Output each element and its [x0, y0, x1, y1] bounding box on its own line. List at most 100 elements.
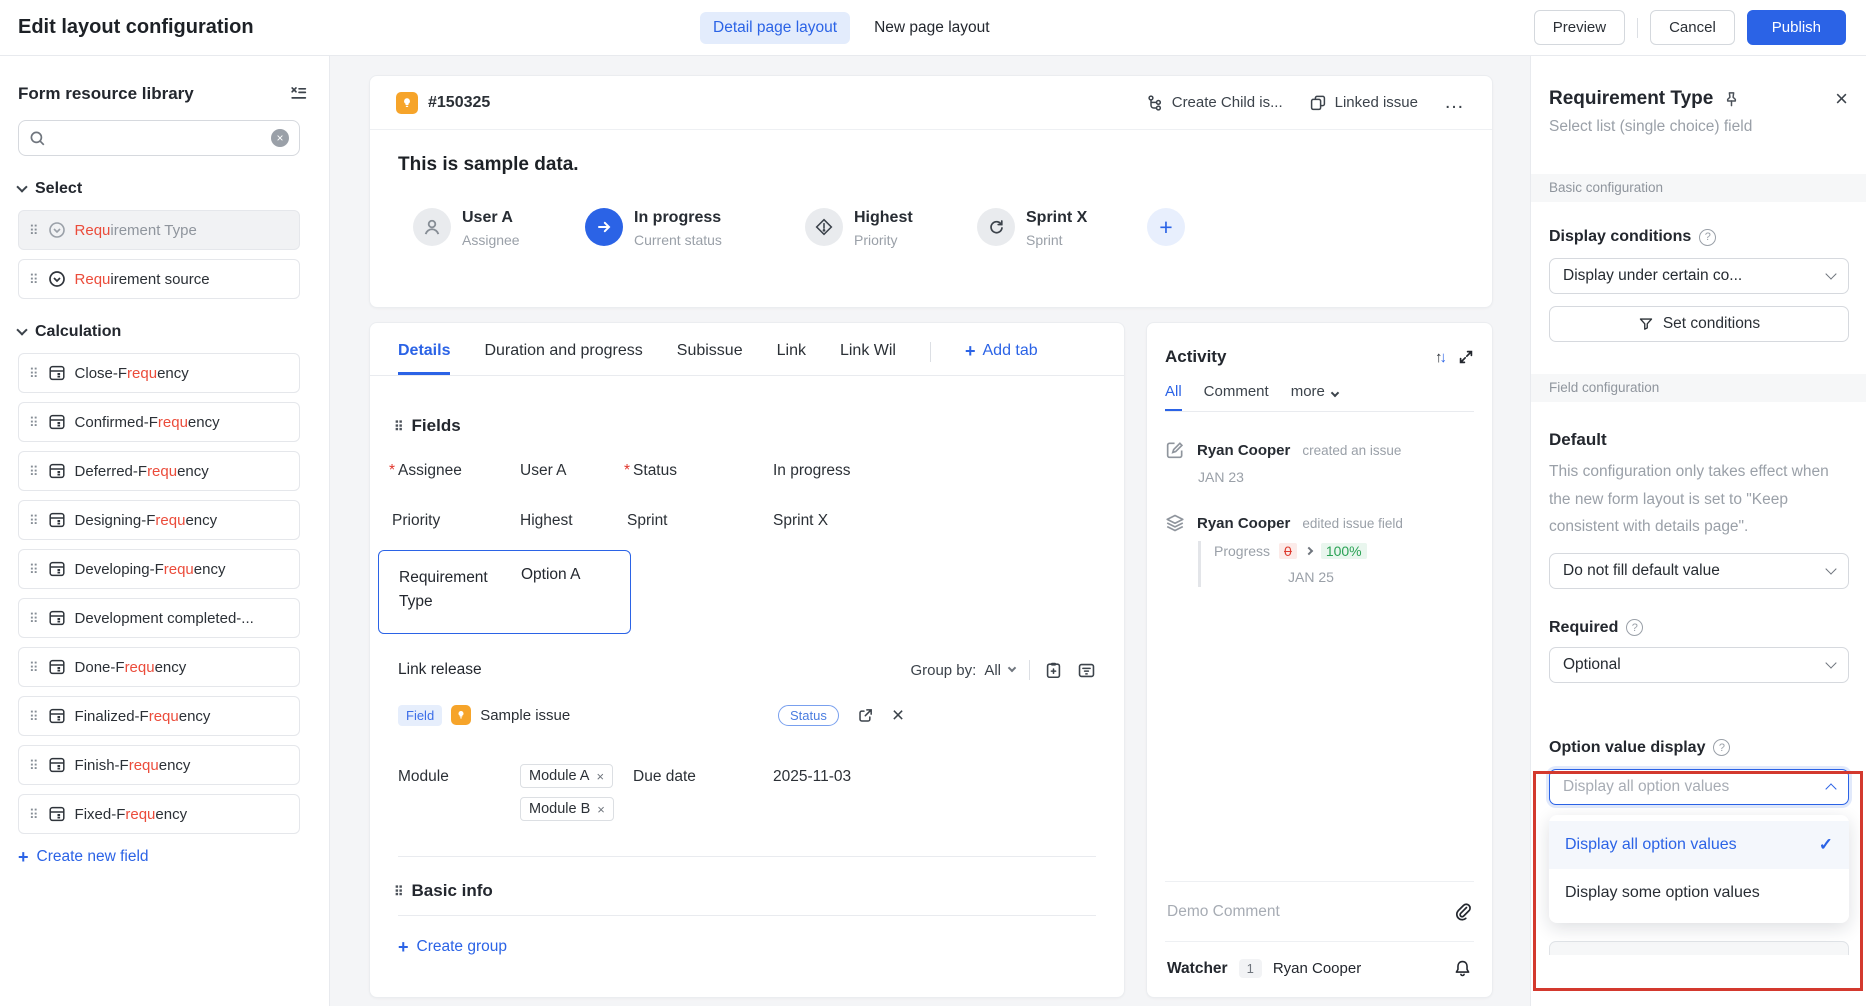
tab-more[interactable]: more	[1291, 383, 1340, 411]
drag-handle-icon[interactable]: ⠿	[29, 759, 39, 772]
layout-preview-area: #150325 Create Child is... Linked issue …	[330, 56, 1530, 1006]
field-item-development-completed[interactable]: ⠿ Development completed-...	[18, 598, 300, 638]
cancel-button[interactable]: Cancel	[1650, 10, 1735, 45]
field-value[interactable]: Sprint X	[773, 512, 828, 530]
drag-handle-icon[interactable]: ⠿	[394, 885, 404, 898]
layout-mode-tabs: Detail page layout New page layout	[700, 0, 990, 56]
help-icon[interactable]: ?	[1713, 739, 1731, 757]
remove-tag-icon[interactable]: ×	[597, 802, 605, 817]
drag-handle-icon[interactable]: ⠿	[29, 273, 39, 286]
option-value-display-dropdown[interactable]: Display all option values	[1549, 768, 1849, 805]
field-item-finish-frequency[interactable]: ⠿ Finish-Frequency	[18, 745, 300, 785]
field-item-requirement-type[interactable]: ⠿ Requirement Type	[18, 210, 300, 250]
drag-handle-icon[interactable]: ⠿	[394, 420, 404, 433]
sort-order-icon[interactable]: ↑↓	[1435, 349, 1447, 366]
tab-link-wil[interactable]: Link Wil	[840, 342, 896, 375]
bell-icon[interactable]	[1453, 959, 1472, 978]
watcher-name[interactable]: Ryan Cooper	[1273, 960, 1361, 977]
add-property-button[interactable]: +	[1147, 208, 1185, 246]
field-item-designing-frequency[interactable]: ⠿ Designing-Frequency	[18, 500, 300, 540]
sprint-property[interactable]: Sprint X Sprint	[977, 208, 1147, 248]
tab-new-page-layout[interactable]: New page layout	[874, 19, 989, 37]
collapse-panel-icon[interactable]	[289, 85, 308, 104]
drag-handle-icon[interactable]: ⠿	[29, 612, 39, 625]
section-calculation[interactable]: Calculation	[16, 323, 311, 341]
field-item-finalized-frequency[interactable]: ⠿ Finalized-Frequency	[18, 696, 300, 736]
create-child-issue-button[interactable]: Create Child is...	[1146, 94, 1283, 112]
remove-tag-icon[interactable]: ×	[596, 769, 604, 784]
tab-detail-page-layout[interactable]: Detail page layout	[700, 12, 851, 44]
pin-icon[interactable]	[1723, 91, 1740, 108]
search-input[interactable]	[54, 129, 263, 147]
drag-handle-icon[interactable]: ⠿	[29, 808, 39, 821]
tab-subissue[interactable]: Subissue	[677, 342, 743, 375]
open-in-new-icon[interactable]	[857, 707, 874, 724]
comment-input[interactable]: Demo Comment	[1165, 881, 1474, 941]
clear-search-icon[interactable]: ×	[271, 129, 289, 147]
create-group-button[interactable]: + Create group	[398, 938, 1124, 956]
field-item-close-frequency[interactable]: ⠿ Close-Frequency	[18, 353, 300, 393]
help-icon[interactable]: ?	[1699, 228, 1717, 246]
help-icon[interactable]: ?	[1626, 619, 1644, 637]
field-value[interactable]: In progress	[773, 462, 851, 480]
expand-icon[interactable]	[1458, 349, 1474, 365]
status-pill[interactable]: Status	[778, 704, 839, 726]
more-actions-button[interactable]: …	[1444, 91, 1466, 114]
field-value[interactable]: Highest	[520, 512, 633, 530]
field-item-label: Deferred-Frequency	[74, 462, 209, 480]
attachment-paperclip-icon[interactable]	[1453, 902, 1472, 921]
section-select[interactable]: Select	[16, 180, 311, 198]
linked-issue-row[interactable]: Field Sample issue Status ×	[398, 702, 1096, 728]
field-item-developing-frequency[interactable]: ⠿ Developing-Frequency	[18, 549, 300, 589]
remove-linked-issue-icon[interactable]: ×	[892, 705, 904, 726]
tab-details[interactable]: Details	[398, 342, 451, 375]
field-item-done-frequency[interactable]: ⠿ Done-Frequency	[18, 647, 300, 687]
drag-handle-icon[interactable]: ⠿	[29, 465, 39, 478]
display-conditions-dropdown[interactable]: Display under certain co...	[1549, 258, 1849, 294]
field-item-confirmed-frequency[interactable]: ⠿ Confirmed-Frequency	[18, 402, 300, 442]
linked-issue-title[interactable]: Sample issue	[480, 707, 570, 724]
set-conditions-button[interactable]: Set conditions	[1549, 306, 1849, 342]
field-item-requirement-source[interactable]: ⠿ Requirement source	[18, 259, 300, 299]
drag-handle-icon[interactable]: ⠿	[29, 661, 39, 674]
module-due-row: Module Module A × Module B × Due date 2025…	[398, 764, 1096, 830]
field-item-deferred-frequency[interactable]: ⠿ Deferred-Frequency	[18, 451, 300, 491]
add-linked-issue-icon[interactable]	[1044, 661, 1063, 680]
view-settings-icon[interactable]	[1077, 661, 1096, 680]
drag-handle-icon[interactable]: ⠿	[29, 367, 39, 380]
issue-title[interactable]: This is sample data.	[398, 154, 1492, 176]
group-by-dropdown[interactable]: Group by: All	[910, 662, 1017, 679]
tab-comment[interactable]: Comment	[1204, 383, 1269, 411]
drag-handle-icon[interactable]: ⠿	[29, 563, 39, 576]
field-item-fixed-frequency[interactable]: ⠿ Fixed-Frequency	[18, 794, 300, 834]
create-new-field-button[interactable]: + Create new field	[18, 848, 311, 866]
assignee-property[interactable]: User A Assignee	[413, 208, 585, 248]
current-status-property[interactable]: In progress Current status	[585, 208, 805, 248]
required-dropdown[interactable]: Optional	[1549, 646, 1849, 683]
tab-link[interactable]: Link	[777, 342, 806, 375]
field-value[interactable]: User A	[520, 462, 633, 480]
tab-all[interactable]: All	[1165, 383, 1182, 411]
tab-duration-and-progress[interactable]: Duration and progress	[484, 342, 642, 375]
close-panel-icon[interactable]: ×	[1835, 88, 1848, 110]
module-tag[interactable]: Module A ×	[520, 764, 614, 788]
drag-handle-icon[interactable]: ⠿	[29, 514, 39, 527]
publish-button[interactable]: Publish	[1746, 10, 1846, 45]
default-value-dropdown[interactable]: Do not fill default value	[1549, 552, 1849, 589]
chevron-down-icon	[16, 324, 28, 336]
activity-user[interactable]: Ryan Cooper	[1197, 442, 1290, 459]
menu-item-display-all-option-values[interactable]: Display all option values ✓	[1549, 820, 1849, 869]
drag-handle-icon[interactable]: ⠿	[29, 224, 39, 237]
add-tab-button[interactable]: + Add tab	[965, 342, 1038, 375]
activity-user[interactable]: Ryan Cooper	[1197, 515, 1290, 532]
selected-field-requirement-type[interactable]: Requirement Type Option A	[378, 550, 631, 634]
preview-button[interactable]: Preview	[1533, 10, 1626, 45]
menu-item-display-some-option-values[interactable]: Display some option values	[1549, 869, 1849, 917]
linked-issue-button[interactable]: Linked issue	[1309, 94, 1418, 112]
drag-handle-icon[interactable]: ⠿	[29, 416, 39, 429]
priority-property[interactable]: Highest Priority	[805, 208, 977, 248]
section-divider	[398, 915, 1096, 916]
drag-handle-icon[interactable]: ⠿	[29, 710, 39, 723]
field-value[interactable]: 2025-11-03	[773, 764, 851, 830]
module-tag[interactable]: Module B ×	[520, 797, 614, 821]
